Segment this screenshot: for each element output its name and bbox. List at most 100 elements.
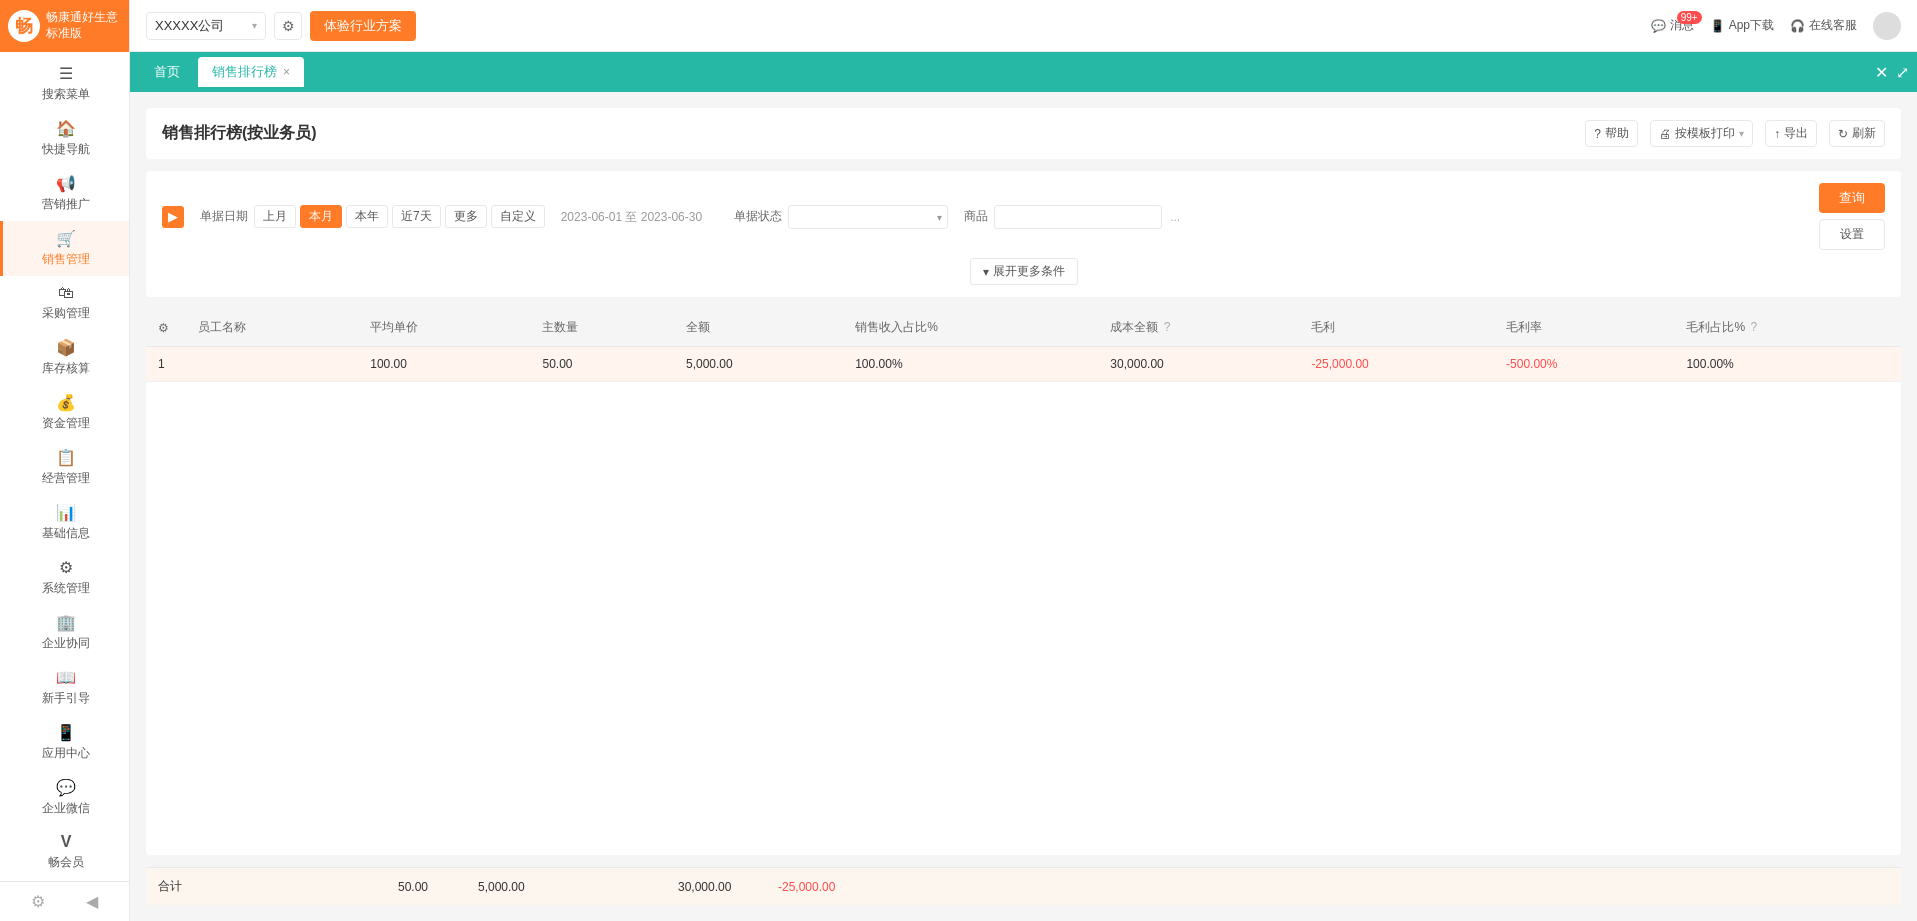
company-dropdown-icon: ▾ xyxy=(252,20,257,31)
sidebar-item-search-order[interactable]: ☰ 搜索菜单 xyxy=(0,56,129,111)
sidebar-collapse-icon[interactable]: ◀ xyxy=(86,892,98,911)
sidebar-item-sales[interactable]: 🛒 销售管理 xyxy=(0,221,129,276)
sidebar-item-wechat[interactable]: 💬 企业微信 xyxy=(0,770,129,825)
refresh-label: 刷新 xyxy=(1852,125,1876,142)
expand-more-row: ▾ 展开更多条件 xyxy=(162,258,1885,285)
col-gross-rate-label: 毛利率 xyxy=(1506,320,1542,334)
user-avatar[interactable] xyxy=(1873,12,1901,40)
print-icon: 🖨 xyxy=(1659,127,1671,141)
message-button[interactable]: 💬 消息 99+ xyxy=(1651,17,1694,34)
wechat-icon: 💬 xyxy=(56,778,76,797)
quick-nav-icon: 🏠 xyxy=(56,119,76,138)
expand-more-button[interactable]: ▾ 展开更多条件 xyxy=(970,258,1078,285)
sidebar-item-enterprise[interactable]: 🏢 企业协同 xyxy=(0,605,129,660)
export-button[interactable]: ↑ 导出 xyxy=(1765,120,1817,147)
column-settings-icon[interactable]: ⚙ xyxy=(158,321,169,335)
filter-row-1: ▶ 单据日期 上月 本月 本年 近7天 更多 自定义 2 xyxy=(162,183,1885,250)
gross-pct-help-icon[interactable]: ? xyxy=(1750,320,1757,334)
app-download-icon: 📱 xyxy=(1710,19,1725,33)
col-total-label: 全额 xyxy=(686,320,710,334)
filter-settings-button[interactable]: 设置 xyxy=(1819,219,1885,250)
goods-filter: 商品 ... xyxy=(964,205,1180,229)
message-icon: 💬 xyxy=(1651,19,1666,33)
app-center-icon: 📱 xyxy=(56,723,76,742)
status-filter: 单据状态 xyxy=(734,205,948,229)
sidebar-item-member[interactable]: V 畅会员 xyxy=(0,825,129,879)
print-dropdown-icon: ▾ xyxy=(1739,128,1744,139)
sidebar-item-capital[interactable]: 💰 资金管理 xyxy=(0,385,129,440)
topbar: XXXXX公司 ▾ ⚙ 体验行业方案 💬 消息 99+ 📱 App下载 🎧 在线… xyxy=(130,0,1917,52)
sidebar-settings-icon[interactable]: ⚙ xyxy=(31,892,45,911)
tab-home[interactable]: 首页 xyxy=(138,57,196,87)
sidebar-item-operations[interactable]: 📋 经营管理 xyxy=(0,440,129,495)
filter-area: ▶ 单据日期 上月 本月 本年 近7天 更多 自定义 2 xyxy=(146,171,1901,297)
sidebar-item-basic-info[interactable]: 📊 基础信息 xyxy=(0,495,129,550)
logo-line1: 畅康通好生意 xyxy=(46,10,118,26)
footer-cost-total: 30,000.00 xyxy=(678,880,778,894)
sidebar-item-guide-label: 新手引导 xyxy=(42,690,90,707)
tab-close-icon[interactable]: × xyxy=(283,65,290,79)
capital-icon: 💰 xyxy=(56,393,76,412)
date-btn-this-year[interactable]: 本年 xyxy=(346,205,388,228)
status-select[interactable] xyxy=(788,205,948,229)
query-button[interactable]: 查询 xyxy=(1819,183,1885,213)
filter-toggle-button[interactable]: ▶ xyxy=(162,206,184,228)
help-button[interactable]: ? 帮助 xyxy=(1585,120,1638,147)
system-icon: ⚙ xyxy=(59,558,73,577)
export-label: 导出 xyxy=(1784,125,1808,142)
member-icon: V xyxy=(61,833,72,851)
sidebar-item-marketing[interactable]: 📢 营销推广 xyxy=(0,166,129,221)
date-filter-label: 单据日期 xyxy=(200,208,248,225)
col-sales-pct-label: 销售收入占比% xyxy=(855,320,938,334)
goods-filter-label: 商品 xyxy=(964,208,988,225)
footer-total-label: 合计 xyxy=(158,878,238,895)
template-print-button[interactable]: 🖨 按模板打印 ▾ xyxy=(1650,120,1753,147)
date-btn-this-month[interactable]: 本月 xyxy=(300,205,342,228)
logo-line2: 标准版 xyxy=(46,26,118,42)
col-gross: 毛利 xyxy=(1299,309,1494,347)
cell-name xyxy=(186,347,358,382)
refresh-button[interactable]: ↻ 刷新 xyxy=(1829,120,1885,147)
col-settings[interactable]: ⚙ xyxy=(146,309,186,347)
goods-input[interactable] xyxy=(994,205,1162,229)
basic-info-icon: 📊 xyxy=(56,503,76,522)
date-btn-7days[interactable]: 近7天 xyxy=(392,205,441,228)
guide-icon: 📖 xyxy=(56,668,76,687)
cell-total: 5,000.00 xyxy=(674,347,843,382)
sidebar-item-guide[interactable]: 📖 新手引导 xyxy=(0,660,129,715)
company-selector[interactable]: XXXXX公司 ▾ xyxy=(146,12,266,40)
col-main-qty: 主数量 xyxy=(530,309,674,347)
sidebar-item-inventory[interactable]: 📦 库存核算 xyxy=(0,330,129,385)
tab-close-window-icon[interactable]: ✕ xyxy=(1875,63,1888,82)
sidebar-item-enterprise-label: 企业协同 xyxy=(42,635,90,652)
app-download-label: App下载 xyxy=(1729,17,1774,34)
tab-sales-ranking[interactable]: 销售排行榜 × xyxy=(198,57,304,87)
sales-ranking-table: ⚙ 员工名称 平均单价 主数量 全额 xyxy=(146,309,1901,382)
filter-actions: 查询 设置 xyxy=(1819,183,1885,250)
cost-total-help-icon[interactable]: ? xyxy=(1164,320,1171,334)
app-download-button[interactable]: 📱 App下载 xyxy=(1710,17,1774,34)
sidebar-item-quick-nav[interactable]: 🏠 快捷导航 xyxy=(0,111,129,166)
sidebar-item-purchase[interactable]: 🛍 采购管理 xyxy=(0,276,129,330)
sidebar-item-app-center[interactable]: 📱 应用中心 xyxy=(0,715,129,770)
template-print-label: 按模板打印 xyxy=(1675,125,1735,142)
date-btn-last-month[interactable]: 上月 xyxy=(254,205,296,228)
tab-expand-icon[interactable]: ⤢ xyxy=(1896,63,1909,82)
message-badge: 99+ xyxy=(1677,11,1702,24)
sidebar-item-wechat-label: 企业微信 xyxy=(42,800,90,817)
date-btn-custom[interactable]: 自定义 xyxy=(491,205,545,228)
sidebar-item-system[interactable]: ⚙ 系统管理 xyxy=(0,550,129,605)
online-service-button[interactable]: 🎧 在线客服 xyxy=(1790,17,1857,34)
gear-icon: ⚙ xyxy=(282,18,295,34)
inventory-icon: 📦 xyxy=(56,338,76,357)
col-name-label: 员工名称 xyxy=(198,320,246,334)
date-btn-more[interactable]: 更多 xyxy=(445,205,487,228)
settings-button[interactable]: ⚙ xyxy=(274,12,302,40)
tabbar-right: ✕ ⤢ xyxy=(1875,63,1909,82)
goods-more-icon[interactable]: ... xyxy=(1170,210,1180,224)
sidebar-item-marketing-label: 营销推广 xyxy=(42,196,90,213)
main-area: XXXXX公司 ▾ ⚙ 体验行业方案 💬 消息 99+ 📱 App下载 🎧 在线… xyxy=(130,0,1917,921)
col-name: 员工名称 xyxy=(186,309,358,347)
trial-button[interactable]: 体验行业方案 xyxy=(310,11,416,41)
col-cost-total-label: 成本全额 xyxy=(1110,320,1158,334)
